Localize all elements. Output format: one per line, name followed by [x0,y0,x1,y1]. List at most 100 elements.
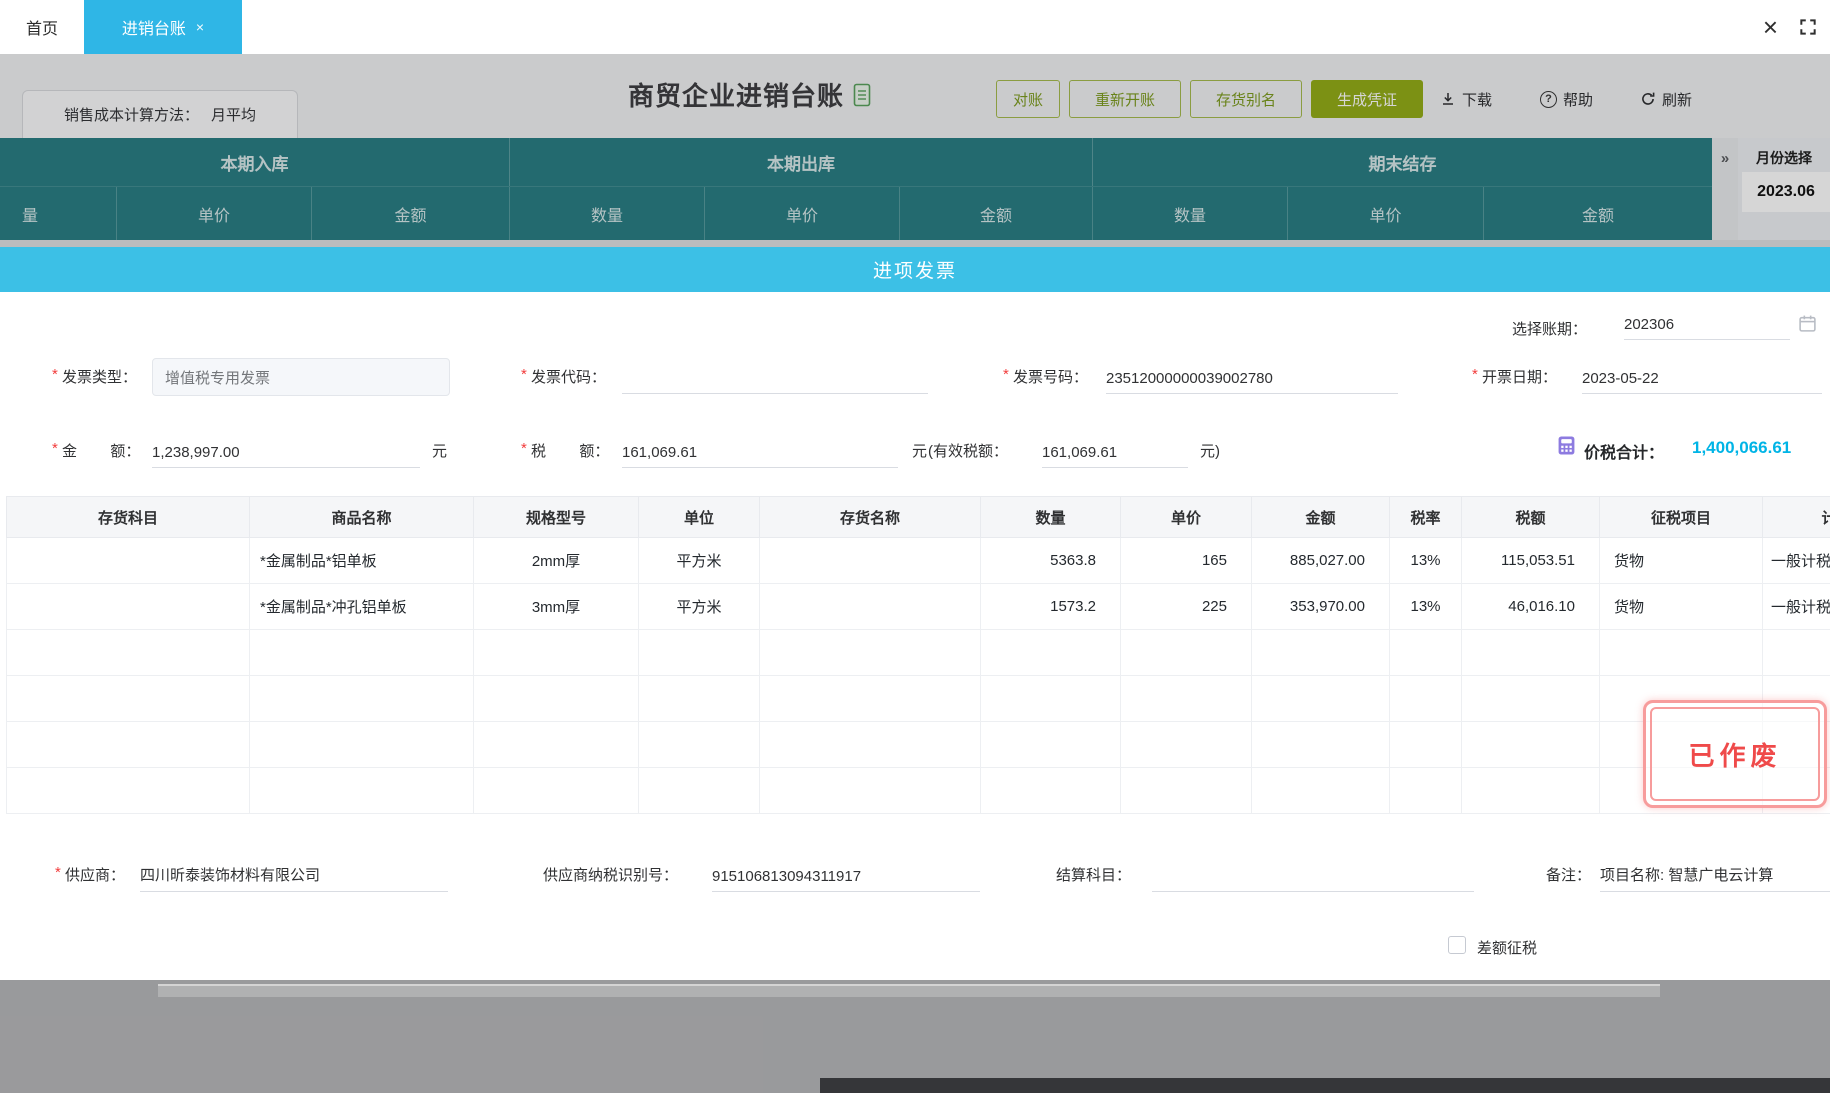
table-cell[interactable] [1461,675,1600,722]
table-cell[interactable] [980,629,1121,676]
table-cell[interactable] [473,675,639,722]
invoice-no-value: 23512000000039002780 [1106,370,1273,387]
table-cell[interactable] [6,675,250,722]
table-cell[interactable] [249,767,474,814]
header-cell: 数量 [980,496,1121,538]
table-cell[interactable] [638,721,760,768]
table-cell[interactable]: 353,970.00 [1251,583,1390,630]
remark-input[interactable]: 项目名称: 智慧广电云计算 [1600,856,1830,892]
table-cell[interactable]: 1573.2 [980,583,1121,630]
table-cell[interactable]: *金属制品*冲孔铝单板 [249,583,474,630]
table-cell[interactable]: *金属制品*铝单板 [249,537,474,584]
table-cell[interactable] [759,675,981,722]
table-cell[interactable] [473,767,639,814]
table-cell[interactable] [759,537,981,584]
fullscreen-icon[interactable] [1798,17,1818,37]
table-cell[interactable] [759,767,981,814]
table-cell[interactable]: 46,016.10 [1461,583,1600,630]
effective-tax-input[interactable]: 161,069.61 [1042,432,1188,468]
table-cell[interactable]: 225 [1120,583,1252,630]
table-cell[interactable] [249,721,474,768]
table-cell[interactable]: 13% [1389,537,1462,584]
modal-title-banner: 进项发票 [0,247,1830,292]
calendar-icon[interactable] [1798,314,1817,333]
table-cell[interactable] [1120,629,1252,676]
table-cell[interactable] [1389,721,1462,768]
settlement-account-input[interactable] [1152,856,1474,892]
period-input[interactable]: 202306 [1624,304,1790,340]
table-cell[interactable]: 一般计税 [1762,583,1830,630]
invoice-type-value: 增值税专用发票 [165,369,271,387]
diff-tax-checkbox[interactable] [1448,936,1466,954]
table-cell[interactable]: 货物 [1599,583,1763,630]
table-cell[interactable] [1251,767,1390,814]
header-cell: 存货名称 [759,496,981,538]
table-cell[interactable]: 5363.8 [980,537,1121,584]
table-cell[interactable] [1461,721,1600,768]
table-cell[interactable] [759,721,981,768]
table-cell[interactable]: 2mm厚 [473,537,639,584]
amount-value: 1,238,997.00 [152,444,240,461]
item-row [6,675,1830,722]
invoice-date-input[interactable]: 2023-05-22 [1582,358,1822,394]
table-cell[interactable] [1599,629,1763,676]
table-cell[interactable]: 165 [1120,537,1252,584]
table-cell[interactable] [1389,767,1462,814]
table-cell[interactable] [249,675,474,722]
item-row: *金属制品*冲孔铝单板 3mm厚 平方米 1573.2 225 353,970.… [6,583,1830,630]
table-cell[interactable] [6,629,250,676]
table-cell[interactable] [1461,767,1600,814]
table-cell[interactable] [759,629,981,676]
supplier-input[interactable]: 四川昕泰装饰材料有限公司 [140,856,448,892]
table-cell[interactable]: 885,027.00 [1251,537,1390,584]
table-cell[interactable] [1389,675,1462,722]
tab-purchase-sales-ledger[interactable]: 进销台账 × [84,0,242,54]
table-cell[interactable]: 115,053.51 [1461,537,1600,584]
header-cell: 金额 [1251,496,1390,538]
table-cell[interactable] [638,767,760,814]
table-cell[interactable]: 3mm厚 [473,583,639,630]
table-cell[interactable] [6,721,250,768]
invoice-type-input[interactable]: 增值税专用发票 [152,358,450,396]
tax-input[interactable]: 161,069.61 [622,432,898,468]
effective-tax-suffix: 元) [1200,443,1220,460]
invoice-no-input[interactable]: 23512000000039002780 [1106,358,1398,394]
table-cell[interactable] [6,537,250,584]
table-cell[interactable] [1120,675,1252,722]
invoice-field-row-1: * 发票类型： 增值税专用发票 * 发票代码： * 发票号码： 23512000… [0,356,1830,398]
table-cell[interactable]: 货物 [1599,537,1763,584]
table-cell[interactable] [1251,629,1390,676]
table-cell[interactable] [1389,629,1462,676]
table-cell[interactable] [1251,675,1390,722]
table-cell[interactable] [473,629,639,676]
table-cell[interactable] [6,767,250,814]
supplier-row: * 供应商： 四川昕泰装饰材料有限公司 供应商纳税识别号： 9151068130… [0,854,1830,896]
supplier-tax-id-input[interactable]: 915106813094311917 [712,856,980,892]
tab-close-icon[interactable]: × [196,19,204,35]
table-cell[interactable] [1251,721,1390,768]
table-cell[interactable] [473,721,639,768]
table-cell[interactable]: 平方米 [638,537,760,584]
period-label: 选择账期： [1512,321,1588,338]
header-cell: 存货科目 [6,496,250,538]
table-cell[interactable] [638,675,760,722]
table-cell[interactable] [980,767,1121,814]
table-cell[interactable] [1120,721,1252,768]
table-cell[interactable] [1461,629,1600,676]
tab-home[interactable]: 首页 [0,0,84,54]
close-icon[interactable]: × [1763,14,1778,40]
table-cell[interactable] [6,583,250,630]
table-cell[interactable] [1762,629,1830,676]
invoice-code-input[interactable] [622,358,928,394]
total-label: 价税合计： [1584,445,1665,462]
table-cell[interactable] [249,629,474,676]
amount-input[interactable]: 1,238,997.00 [152,432,420,468]
table-cell[interactable]: 平方米 [638,583,760,630]
table-cell[interactable] [759,583,981,630]
table-cell[interactable]: 13% [1389,583,1462,630]
table-cell[interactable] [638,629,760,676]
table-cell[interactable] [980,675,1121,722]
table-cell[interactable] [1120,767,1252,814]
table-cell[interactable] [980,721,1121,768]
table-cell[interactable]: 一般计税 [1762,537,1830,584]
